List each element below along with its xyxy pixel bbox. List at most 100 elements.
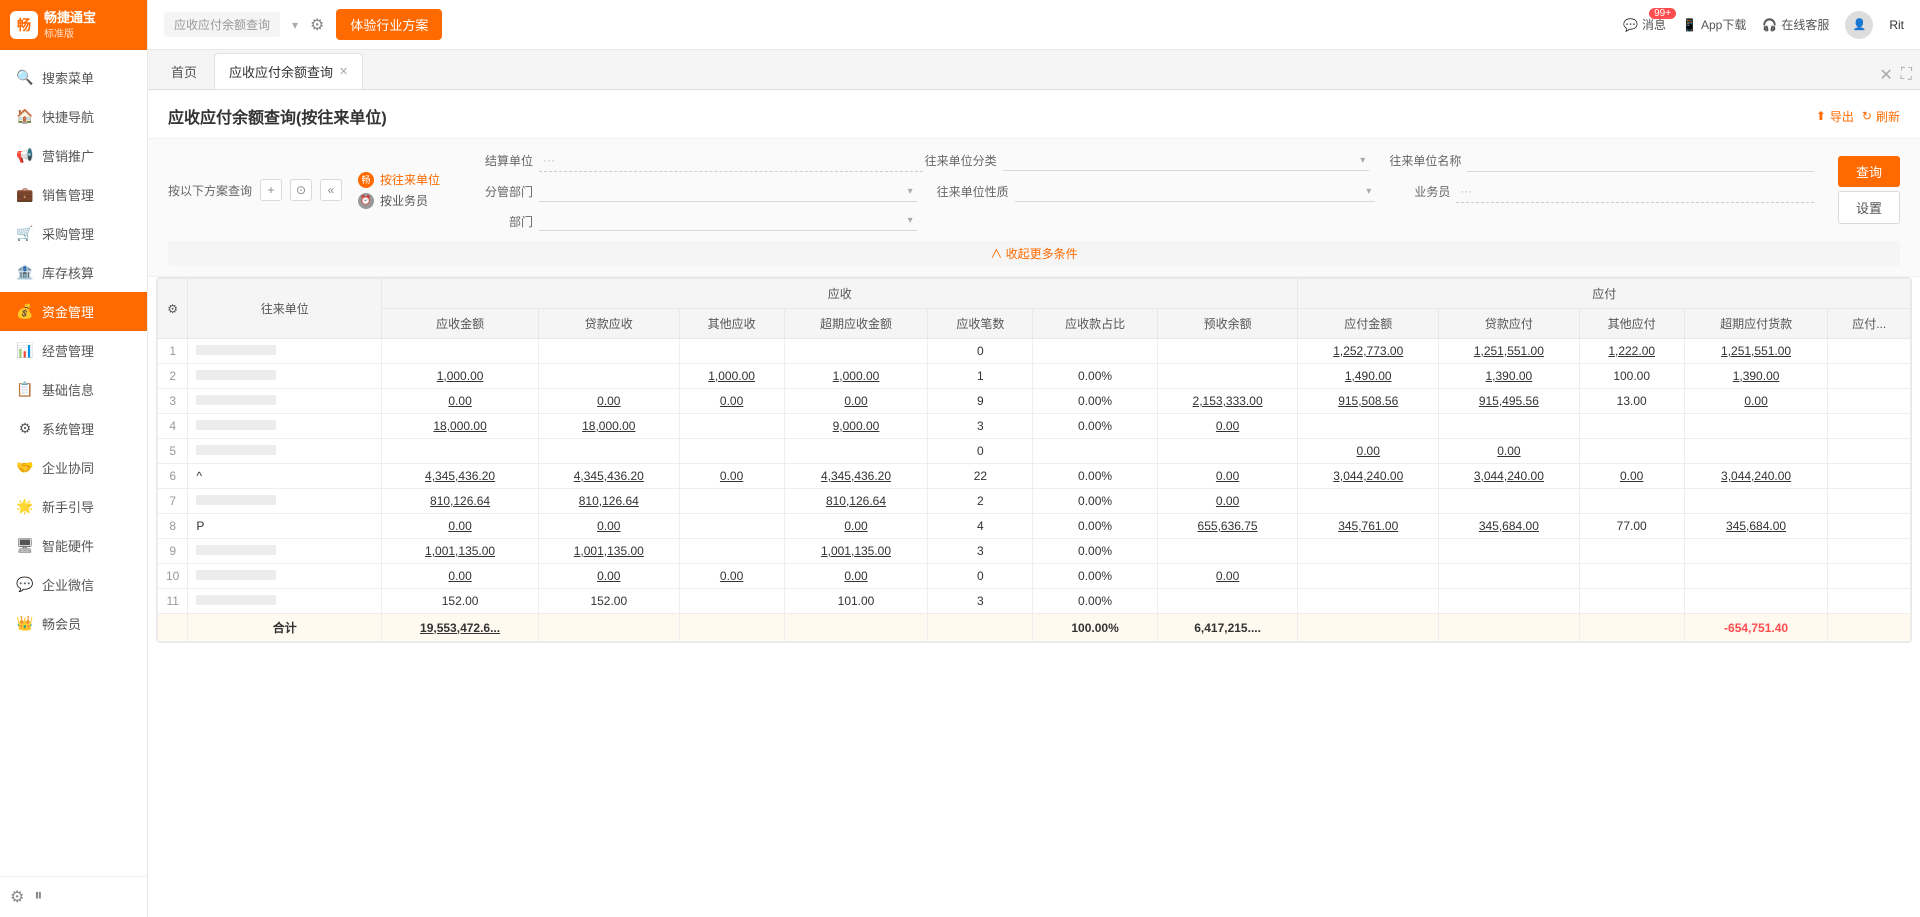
collapse-scheme-button[interactable]: « <box>320 179 342 201</box>
row-payable_amount-cell[interactable]: 1,252,773.00 <box>1298 339 1439 364</box>
sidebar-settings-btn[interactable]: ⚙ <box>10 887 24 907</box>
query-button[interactable]: 查询 <box>1838 156 1900 187</box>
row-receivable_amount-cell[interactable]: 0.00 <box>382 564 539 589</box>
row-loan_payable-cell[interactable]: 1,390.00 <box>1439 364 1580 389</box>
row-receivable_amount-cell[interactable]: 0.00 <box>382 514 539 539</box>
row-payable_amount-cell[interactable]: 915,508.56 <box>1298 389 1439 414</box>
row-loan_receivable-cell[interactable]: 152.00 <box>538 589 679 614</box>
row-prepayment-cell[interactable]: 0.00 <box>1157 414 1298 439</box>
sidebar-item-search[interactable]: 🔍 搜索菜单 <box>0 58 147 97</box>
row-loan_receivable-cell[interactable]: 0.00 <box>538 389 679 414</box>
row-overdue_payable-cell[interactable]: 3,044,240.00 <box>1684 464 1828 489</box>
refresh-button[interactable]: ↻ 刷新 <box>1862 108 1900 125</box>
row-loan_payable-cell[interactable]: 1,251,551.00 <box>1439 339 1580 364</box>
topbar-gear-icon[interactable]: ⚙ <box>310 15 324 35</box>
tab-report[interactable]: 应收应付余额查询 ✕ <box>214 53 363 89</box>
scheme-salesperson-item[interactable]: ⏰ 按业务员 <box>358 192 440 209</box>
row-prepayment-cell[interactable]: 655,636.75 <box>1157 514 1298 539</box>
sidebar-item-hardware[interactable]: 🖥 智能硬件 <box>0 526 147 565</box>
row-prepayment-cell[interactable]: 2,153,333.00 <box>1157 389 1298 414</box>
sidebar-item-member[interactable]: 👑 畅会员 <box>0 604 147 643</box>
row-overdue_receivable-cell[interactable]: 1,001,135.00 <box>784 539 928 564</box>
row-loan_receivable-cell[interactable]: 18,000.00 <box>538 414 679 439</box>
row-loan_payable-cell[interactable]: 0.00 <box>1439 439 1580 464</box>
row-other_payable-cell[interactable]: 13.00 <box>1579 389 1684 414</box>
row-other_payable-cell[interactable]: 100.00 <box>1579 364 1684 389</box>
row-overdue_payable-cell[interactable]: 1,390.00 <box>1684 364 1828 389</box>
row-overdue_receivable-cell[interactable]: 810,126.64 <box>784 489 928 514</box>
row-overdue_receivable-cell[interactable]: 9,000.00 <box>784 414 928 439</box>
partner-nature-select[interactable]: ▾ <box>1015 182 1376 202</box>
row-other_receivable-cell[interactable]: 1,000.00 <box>679 364 784 389</box>
row-loan_receivable-cell[interactable]: 4,345,436.20 <box>538 464 679 489</box>
sidebar-item-operation[interactable]: 📊 经营管理 <box>0 331 147 370</box>
username-label[interactable]: Rit <box>1889 18 1904 32</box>
sidebar-item-system[interactable]: ⚙ 系统管理 <box>0 409 147 448</box>
sidebar-item-quick-nav[interactable]: 🏠 快捷导航 <box>0 97 147 136</box>
row-other_receivable-cell[interactable]: 0.00 <box>679 564 784 589</box>
row-other_receivable-cell[interactable]: 0.00 <box>679 464 784 489</box>
topbar-service[interactable]: 🎧 在线客服 <box>1762 16 1829 33</box>
row-overdue_payable-cell[interactable]: 1,251,551.00 <box>1684 339 1828 364</box>
sidebar-item-sales[interactable]: 💼 销售管理 <box>0 175 147 214</box>
row-overdue_receivable-cell[interactable]: 0.00 <box>784 389 928 414</box>
table-settings-icon[interactable]: ⚙ <box>158 279 188 339</box>
tab-close-icon[interactable]: ✕ <box>339 65 348 78</box>
topbar-app-download[interactable]: 📱 App下载 <box>1682 16 1746 33</box>
row-payable_amount-cell[interactable]: 0.00 <box>1298 439 1439 464</box>
scheme-partner-item[interactable]: 畅 按往来单位 <box>358 171 440 188</box>
row-prepayment-cell[interactable]: 0.00 <box>1157 464 1298 489</box>
edit-scheme-button[interactable]: ⊙ <box>290 179 312 201</box>
sidebar-item-guide[interactable]: 🌟 新手引导 <box>0 487 147 526</box>
tab-home[interactable]: 首页 <box>156 53 212 89</box>
partner-category-select[interactable]: ▾ <box>1003 151 1370 171</box>
row-prepayment-cell[interactable]: 0.00 <box>1157 564 1298 589</box>
sidebar-item-basic[interactable]: 📋 基础信息 <box>0 370 147 409</box>
row-loan_payable-cell[interactable]: 3,044,240.00 <box>1439 464 1580 489</box>
row-other_payable-cell[interactable]: 1,222.00 <box>1579 339 1684 364</box>
sidebar-item-purchase[interactable]: 🛒 采购管理 <box>0 214 147 253</box>
sidebar-item-marketing[interactable]: 📢 营销推广 <box>0 136 147 175</box>
dept2-select[interactable]: ▾ <box>539 211 917 231</box>
row-receivable_amount-cell[interactable]: 0.00 <box>382 389 539 414</box>
topbar-message[interactable]: 💬 消息 99+ <box>1623 16 1666 33</box>
sidebar-item-enterprise[interactable]: 🤝 企业协同 <box>0 448 147 487</box>
row-payable_amount-cell[interactable]: 3,044,240.00 <box>1298 464 1439 489</box>
sidebar-item-wechat[interactable]: 💬 企业微信 <box>0 565 147 604</box>
row-receivable_amount-cell[interactable]: 1,000.00 <box>382 364 539 389</box>
row-receivable_amount-cell[interactable]: 1,001,135.00 <box>382 539 539 564</box>
row-overdue_receivable-cell[interactable]: 0.00 <box>784 514 928 539</box>
row-receivable_amount-cell[interactable]: 18,000.00 <box>382 414 539 439</box>
row-overdue_payable-cell[interactable]: 0.00 <box>1684 389 1828 414</box>
row-overdue_receivable-cell[interactable]: 0.00 <box>784 564 928 589</box>
settlement-unit-input[interactable]: ··· <box>539 149 923 172</box>
filter-collapse-btn[interactable]: ∧ 收起更多条件 <box>168 241 1900 266</box>
trial-button[interactable]: 体验行业方案 <box>336 9 442 40</box>
row-other_receivable-cell[interactable]: 0.00 <box>679 389 784 414</box>
row-overdue_receivable-cell[interactable]: 101.00 <box>784 589 928 614</box>
row-prepayment-cell[interactable]: 0.00 <box>1157 489 1298 514</box>
row-loan_payable-cell[interactable]: 915,495.56 <box>1439 389 1580 414</box>
row-receivable_amount-cell[interactable]: 4,345,436.20 <box>382 464 539 489</box>
export-button[interactable]: ⬆ 导出 <box>1816 108 1854 125</box>
row-receivable_amount-cell[interactable]: 152.00 <box>382 589 539 614</box>
salesperson-input[interactable]: ··· <box>1456 180 1814 203</box>
row-loan_receivable-cell[interactable]: 810,126.64 <box>538 489 679 514</box>
row-overdue_receivable-cell[interactable]: 1,000.00 <box>784 364 928 389</box>
row-payable_amount-cell[interactable]: 345,761.00 <box>1298 514 1439 539</box>
row-loan_payable-cell[interactable]: 345,684.00 <box>1439 514 1580 539</box>
sidebar-item-finance[interactable]: 💰 资金管理 <box>0 292 147 331</box>
row-other_payable-cell[interactable]: 0.00 <box>1579 464 1684 489</box>
row-overdue_receivable-cell[interactable]: 4,345,436.20 <box>784 464 928 489</box>
row-loan_receivable-cell[interactable]: 0.00 <box>538 514 679 539</box>
row-payable_amount-cell[interactable]: 1,490.00 <box>1298 364 1439 389</box>
partner-name-input[interactable] <box>1467 149 1814 172</box>
user-avatar[interactable]: 👤 <box>1845 11 1873 39</box>
row-loan_receivable-cell[interactable]: 1,001,135.00 <box>538 539 679 564</box>
add-scheme-button[interactable]: + <box>260 179 282 201</box>
row-other_payable-cell[interactable]: 77.00 <box>1579 514 1684 539</box>
sidebar-collapse-btn[interactable]: ⏸ <box>34 887 42 907</box>
tab-close-all-icon[interactable]: ✕ <box>1879 65 1892 85</box>
row-receivable_amount-cell[interactable]: 810,126.64 <box>382 489 539 514</box>
sidebar-item-inventory[interactable]: 🏦 库存核算 <box>0 253 147 292</box>
